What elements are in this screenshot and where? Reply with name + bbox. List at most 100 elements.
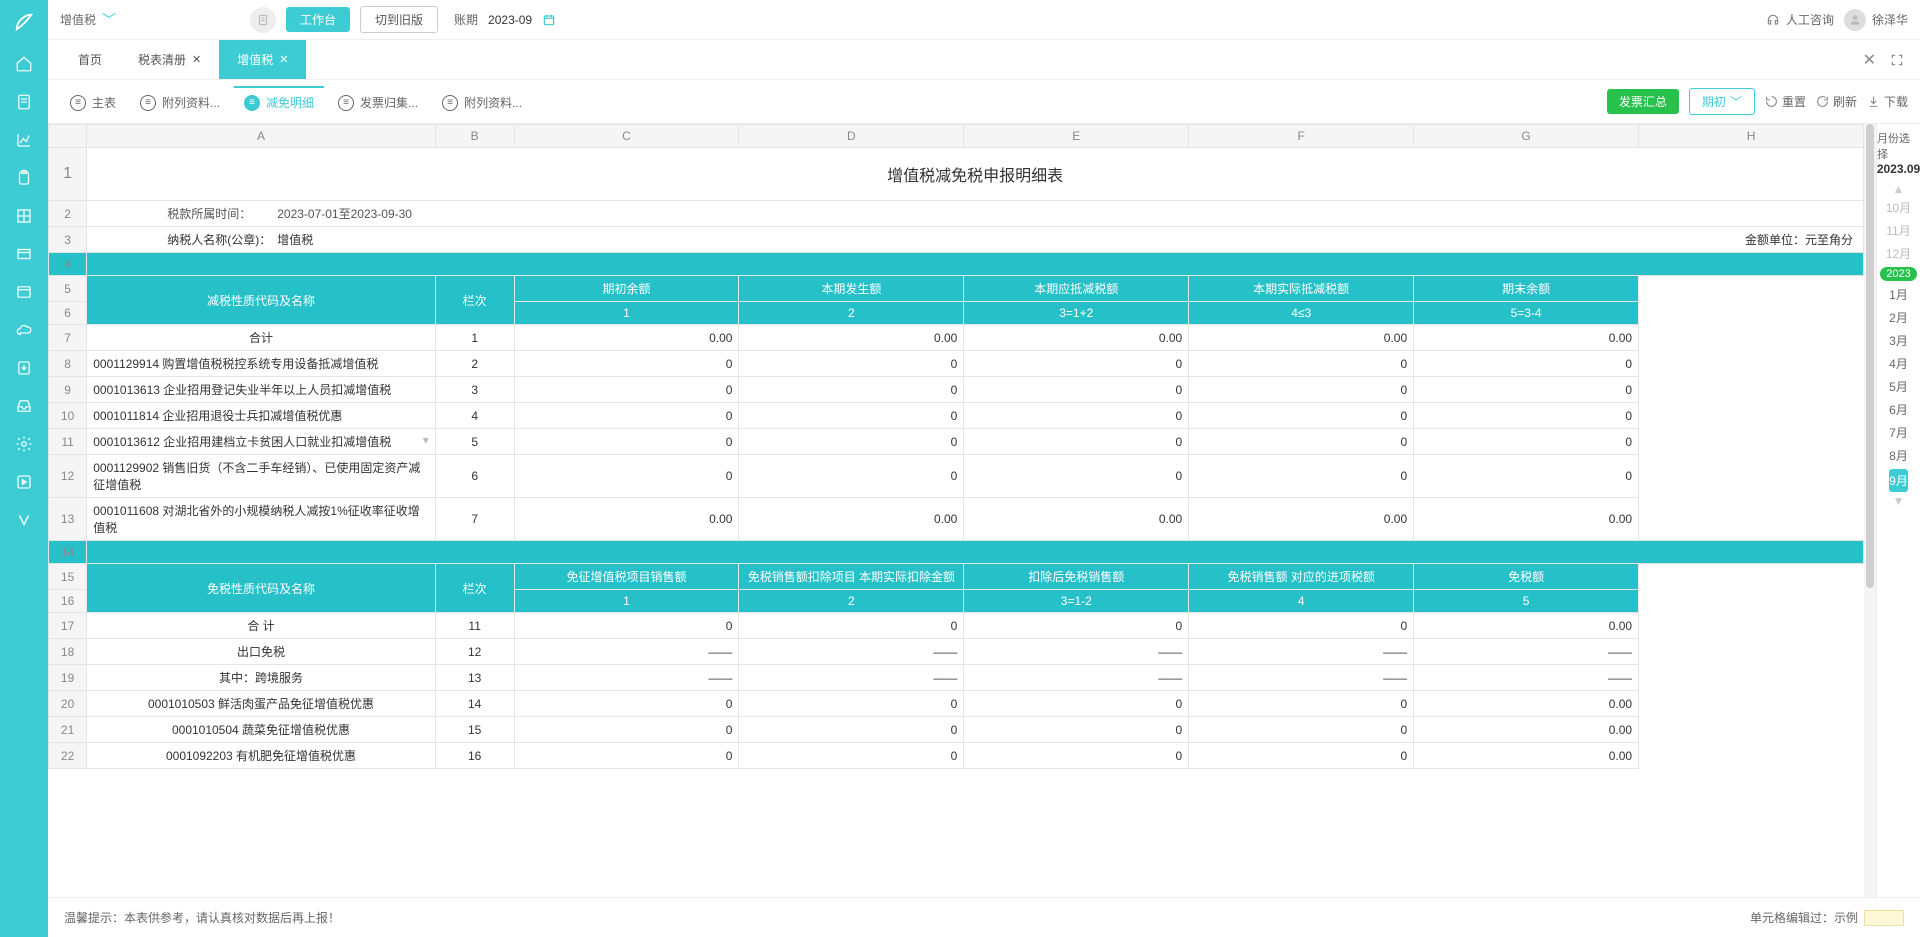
page-tabs: 首页 税表清册✕ 增值税✕ ✕: [48, 40, 1920, 80]
invoice-summary-button[interactable]: 发票汇总: [1607, 89, 1679, 114]
close-all-icon[interactable]: ✕: [1863, 50, 1876, 70]
calendar-icon[interactable]: [542, 13, 556, 27]
subtab-main[interactable]: ≡主表: [60, 86, 126, 117]
cell: 0: [1414, 351, 1639, 377]
month-option[interactable]: 4月: [1885, 352, 1912, 375]
cell: 3: [435, 377, 514, 403]
cell: 扣除后免税销售额: [964, 564, 1189, 590]
close-icon[interactable]: ✕: [279, 53, 288, 66]
cell: 15: [435, 717, 514, 743]
month-next-icon[interactable]: ▼: [1893, 494, 1905, 508]
nav-table-icon[interactable]: [14, 244, 34, 264]
month-prev-icon[interactable]: ▲: [1893, 182, 1905, 196]
period-begin-button[interactable]: 期初﹀: [1689, 88, 1755, 115]
footer: 温馨提示：本表供参考，请认真核对数据后再上报！ 单元格编辑过：示例: [48, 897, 1920, 937]
cell: 本期发生额: [739, 276, 964, 302]
cell: 3=1-2: [964, 590, 1189, 613]
cell: 0.00: [514, 325, 739, 351]
month-option[interactable]: 5月: [1885, 375, 1912, 398]
cell: 减税性质代码及名称: [87, 276, 436, 325]
cell: ——: [1189, 639, 1414, 665]
sheet-icon: ≡: [244, 95, 260, 111]
nav-v-icon[interactable]: [14, 510, 34, 530]
month-option[interactable]: 3月: [1885, 329, 1912, 352]
tab-vat[interactable]: 增值税✕: [219, 40, 306, 79]
download-button[interactable]: 下载: [1867, 93, 1908, 110]
subtab-invoice[interactable]: ≡发票归集...: [328, 86, 428, 117]
cell: 12: [435, 639, 514, 665]
cell: C: [514, 125, 739, 148]
cell: 6: [49, 302, 87, 325]
cell: 1: [514, 302, 739, 325]
month-option[interactable]: 2月: [1885, 306, 1912, 329]
month-option[interactable]: 8月: [1885, 444, 1912, 467]
nav-inbox-icon[interactable]: [14, 396, 34, 416]
vertical-scrollbar[interactable]: [1864, 124, 1876, 897]
subtab-reduction[interactable]: ≡减免明细: [234, 86, 324, 117]
month-option[interactable]: 12月: [1886, 242, 1911, 265]
cell: 10: [49, 403, 87, 429]
nav-chart-icon[interactable]: [14, 130, 34, 150]
workbench-button[interactable]: 工作台: [286, 7, 350, 32]
nav-export-icon[interactable]: [14, 358, 34, 378]
year-badge: 2023: [1880, 267, 1916, 281]
nav-doc-icon[interactable]: [14, 92, 34, 112]
nav-grid-icon[interactable]: [14, 206, 34, 226]
cell: ——: [739, 665, 964, 691]
cell: 0.00: [1414, 743, 1639, 769]
reset-button[interactable]: 重置: [1765, 93, 1806, 110]
subtab-attach1[interactable]: ≡附列资料...: [130, 86, 230, 117]
close-icon[interactable]: ✕: [192, 53, 201, 66]
company-selector-label: 增值税: [60, 11, 96, 28]
nav-clipboard-icon[interactable]: [14, 168, 34, 188]
nav-gear-icon[interactable]: [14, 434, 34, 454]
nav-play-icon[interactable]: [14, 472, 34, 492]
month-option[interactable]: 11月: [1886, 219, 1911, 242]
cell: 13: [435, 665, 514, 691]
cell: 18: [49, 639, 87, 665]
switch-old-button[interactable]: 切到旧版: [360, 6, 438, 33]
cell: 4: [49, 253, 87, 276]
month-option[interactable]: 6月: [1885, 398, 1912, 421]
cell: ——: [514, 639, 739, 665]
cell: 0: [964, 717, 1189, 743]
cell: 0: [514, 743, 739, 769]
cell: 本期应抵减税额: [964, 276, 1189, 302]
refresh-button[interactable]: 刷新: [1816, 93, 1857, 110]
nav-cloud-icon[interactable]: [14, 320, 34, 340]
cell: 0.00: [1414, 717, 1639, 743]
sheet-icon: ≡: [140, 95, 156, 111]
tab-home[interactable]: 首页: [60, 40, 120, 79]
cell: 税款所属时间：2023-07-01至2023-09-30: [87, 201, 1864, 227]
app-logo: [10, 8, 38, 36]
cell: 0: [739, 377, 964, 403]
nav-window-icon[interactable]: [14, 282, 34, 302]
spreadsheet[interactable]: ABCDEFGH1增值税减免税申报明细表2税款所属时间：2023-07-01至2…: [48, 124, 1864, 897]
month-panel-header: 月份选择: [1877, 130, 1920, 162]
doc-round-icon[interactable]: [250, 7, 276, 33]
fullscreen-icon[interactable]: [1890, 53, 1904, 67]
chevron-down-icon: ﹀: [102, 10, 116, 30]
cell: 2: [739, 590, 964, 613]
cell: 0: [739, 351, 964, 377]
month-option[interactable]: 9月: [1889, 469, 1908, 492]
cell: D: [739, 125, 964, 148]
tab-tax-list[interactable]: 税表清册✕: [120, 40, 219, 79]
cell: 8: [49, 351, 87, 377]
consult-link[interactable]: 人工咨询: [1766, 11, 1834, 28]
cell: 0: [514, 351, 739, 377]
cell: ——: [514, 665, 739, 691]
subtab-attach2[interactable]: ≡附列资料...: [432, 86, 532, 117]
month-option[interactable]: 7月: [1885, 421, 1912, 444]
cell: ——: [1189, 665, 1414, 691]
cell: 0001011814 企业招用退役士兵扣减增值税优惠: [87, 403, 436, 429]
cell: 合 计: [87, 613, 436, 639]
company-selector[interactable]: 增值税 ﹀: [60, 10, 240, 30]
left-nav: [0, 0, 48, 937]
cell: 5: [435, 429, 514, 455]
month-option[interactable]: 10月: [1886, 196, 1911, 219]
user-menu[interactable]: 徐泽华: [1844, 9, 1908, 31]
cell: [87, 253, 1864, 276]
nav-home-icon[interactable]: [14, 54, 34, 74]
month-option[interactable]: 1月: [1885, 283, 1912, 306]
